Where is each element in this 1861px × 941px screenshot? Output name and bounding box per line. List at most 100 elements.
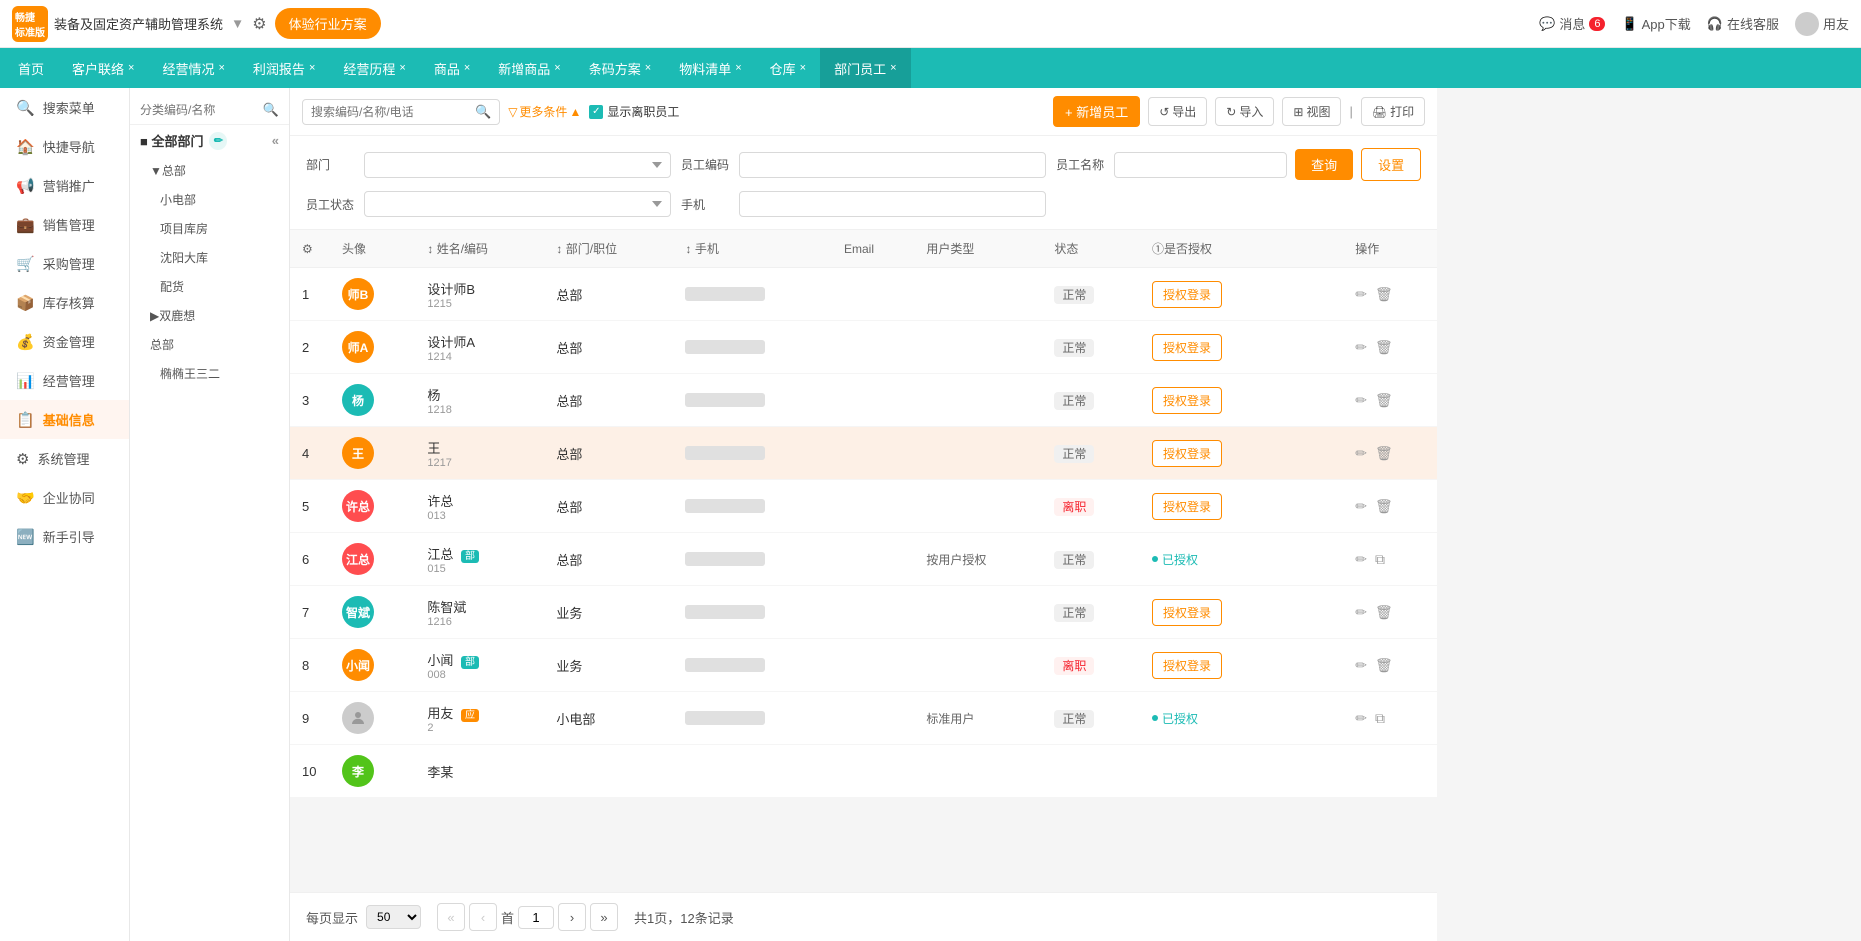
dept-item-peihuo[interactable]: 配货: [130, 272, 289, 301]
nav-item-warehouse[interactable]: 仓库 ×: [756, 48, 820, 88]
authorize-btn[interactable]: 授权登录: [1152, 493, 1222, 520]
print-btn[interactable]: 🖨 打印: [1361, 97, 1425, 126]
row-avatar: 李: [330, 745, 415, 798]
nav-item-profit[interactable]: 利润报告 ×: [239, 48, 329, 88]
dept-item-zongbu[interactable]: 总部: [130, 330, 289, 359]
import-btn[interactable]: ↻ 导入: [1215, 97, 1274, 126]
query-btn[interactable]: 查询: [1295, 149, 1353, 180]
last-page-btn[interactable]: »: [590, 903, 618, 931]
dept-item-xiaodian[interactable]: 小电部: [130, 185, 289, 214]
filter-emp-name: 员工名称 查询 设置: [1056, 148, 1421, 181]
nav-item-bom[interactable]: 物料清单 ×: [665, 48, 755, 88]
edit-icon[interactable]: ✏: [1355, 339, 1367, 356]
edit-icon[interactable]: ✏: [1355, 551, 1367, 568]
sidebar-item-search[interactable]: 🔍 搜索菜单: [0, 88, 129, 127]
emp-search-input[interactable]: [311, 105, 471, 119]
delete-icon[interactable]: 🗑: [1375, 604, 1393, 621]
gear-btn[interactable]: ⚙: [252, 14, 266, 34]
delete-icon[interactable]: 🗑: [1375, 657, 1393, 674]
set-btn[interactable]: 设置: [1361, 148, 1421, 181]
edit-icon[interactable]: ✏: [1355, 604, 1367, 621]
sidebar-item-basic[interactable]: 📋 基础信息: [0, 400, 129, 439]
view-icon: ⊞: [1293, 105, 1303, 119]
edit-icon[interactable]: ✏: [1355, 392, 1367, 409]
add-employee-btn[interactable]: + 新增员工: [1053, 96, 1140, 127]
row-dept: 业务: [544, 586, 673, 639]
nav-item-operation[interactable]: 经营情况 ×: [148, 48, 238, 88]
sidebar-item-marketing[interactable]: 📢 营销推广: [0, 166, 129, 205]
dept-item-tuotuo[interactable]: 椭椭王三二: [130, 359, 289, 388]
col-dept[interactable]: ↕ 部门/职位: [544, 230, 673, 268]
sidebar-item-guide[interactable]: 🆕 新手引导: [0, 517, 129, 556]
emp-status-select[interactable]: [364, 191, 671, 217]
dept-item-zongbu-parent[interactable]: ▼ 总部: [130, 156, 289, 185]
dept-item-shuanglu[interactable]: ▶ 双鹿想: [130, 301, 289, 330]
export-btn[interactable]: ↺ 导出: [1148, 97, 1207, 126]
emp-name-input[interactable]: [1114, 152, 1287, 178]
page-size-select[interactable]: 50 20 100: [366, 905, 421, 929]
nav-item-barcode[interactable]: 条码方案 ×: [575, 48, 665, 88]
nav-item-home[interactable]: 首页: [4, 48, 58, 88]
copy-icon[interactable]: ⧉: [1375, 710, 1385, 727]
trial-btn[interactable]: 体验行业方案: [275, 8, 381, 39]
delete-icon[interactable]: 🗑: [1375, 445, 1393, 462]
nav-item-dept[interactable]: 部门员工 ×: [820, 48, 910, 88]
delete-icon[interactable]: 🗑: [1375, 392, 1393, 409]
sidebar-item-manage[interactable]: 📊 经营管理: [0, 361, 129, 400]
nav-item-history[interactable]: 经营历程 ×: [329, 48, 419, 88]
message-btn[interactable]: 💬 消息 6: [1539, 14, 1605, 33]
dept-item-project[interactable]: 项目库房: [130, 214, 289, 243]
sidebar-item-collab[interactable]: 🤝 企业协同: [0, 478, 129, 517]
authorize-btn[interactable]: 授权登录: [1152, 652, 1222, 679]
dept-edit-icon[interactable]: ✏: [209, 132, 227, 150]
delete-icon[interactable]: 🗑: [1375, 498, 1393, 515]
authorize-btn[interactable]: 授权登录: [1152, 440, 1222, 467]
online-service-btn[interactable]: 🎧 在线客服: [1707, 14, 1779, 33]
chevron-up-icon: ▲: [569, 105, 581, 119]
first-page-btn[interactable]: «: [437, 903, 465, 931]
basic-icon: 📋: [16, 411, 35, 429]
sidebar-item-purchase[interactable]: 🛒 采购管理: [0, 244, 129, 283]
col-settings[interactable]: ⚙: [290, 230, 330, 268]
dept-item-shenyang[interactable]: 沈阳大库: [130, 243, 289, 272]
phone-filter-input[interactable]: [739, 191, 1046, 217]
user-menu-btn[interactable]: 用友: [1795, 12, 1849, 36]
show-resigned-toggle[interactable]: ✓ 显示离职员工: [589, 103, 679, 120]
nav-item-goods[interactable]: 商品 ×: [420, 48, 484, 88]
prev-page-btn[interactable]: ‹: [469, 903, 497, 931]
row-user-type: [914, 639, 1042, 692]
next-page-btn[interactable]: ›: [558, 903, 586, 931]
sidebar-item-inventory[interactable]: 📦 库存核算: [0, 283, 129, 322]
more-conditions-btn[interactable]: ▽ 更多条件 ▲: [508, 103, 581, 120]
dept-collapse-icon[interactable]: «: [272, 133, 279, 148]
app-download-btn[interactable]: 📱 App下载: [1621, 14, 1690, 33]
emp-code-input[interactable]: [739, 152, 1046, 178]
edit-icon[interactable]: ✏: [1355, 498, 1367, 515]
edit-icon[interactable]: ✏: [1355, 657, 1367, 674]
emp-name-label: 员工名称: [1056, 156, 1106, 173]
col-phone[interactable]: ↕ 手机: [673, 230, 832, 268]
page-input[interactable]: [518, 906, 554, 929]
system-dropdown-btn[interactable]: ▼: [231, 16, 244, 31]
sidebar-item-quick[interactable]: 🏠 快捷导航: [0, 127, 129, 166]
authorize-btn[interactable]: 授权登录: [1152, 387, 1222, 414]
col-name[interactable]: ↕ 姓名/编码: [415, 230, 544, 268]
edit-icon[interactable]: ✏: [1355, 710, 1367, 727]
copy-icon[interactable]: ⧉: [1375, 551, 1385, 568]
authorize-btn[interactable]: 授权登录: [1152, 281, 1222, 308]
edit-icon[interactable]: ✏: [1355, 286, 1367, 303]
delete-icon[interactable]: 🗑: [1375, 339, 1393, 356]
dept-filter-select[interactable]: [364, 152, 671, 178]
sidebar-item-sales[interactable]: 💼 销售管理: [0, 205, 129, 244]
nav-item-customer[interactable]: 客户联络 ×: [58, 48, 148, 88]
logo-icon: 畅捷标准版: [12, 6, 48, 42]
nav-item-new-goods[interactable]: 新增商品 ×: [484, 48, 574, 88]
edit-icon[interactable]: ✏: [1355, 445, 1367, 462]
delete-icon[interactable]: 🗑: [1375, 286, 1393, 303]
view-btn[interactable]: ⊞ 视图: [1282, 97, 1341, 126]
authorize-btn[interactable]: 授权登录: [1152, 334, 1222, 361]
authorize-btn[interactable]: 授权登录: [1152, 599, 1222, 626]
dept-search-input[interactable]: [140, 103, 263, 117]
sidebar-item-system[interactable]: ⚙ 系统管理: [0, 439, 129, 478]
sidebar-item-finance[interactable]: 💰 资金管理: [0, 322, 129, 361]
